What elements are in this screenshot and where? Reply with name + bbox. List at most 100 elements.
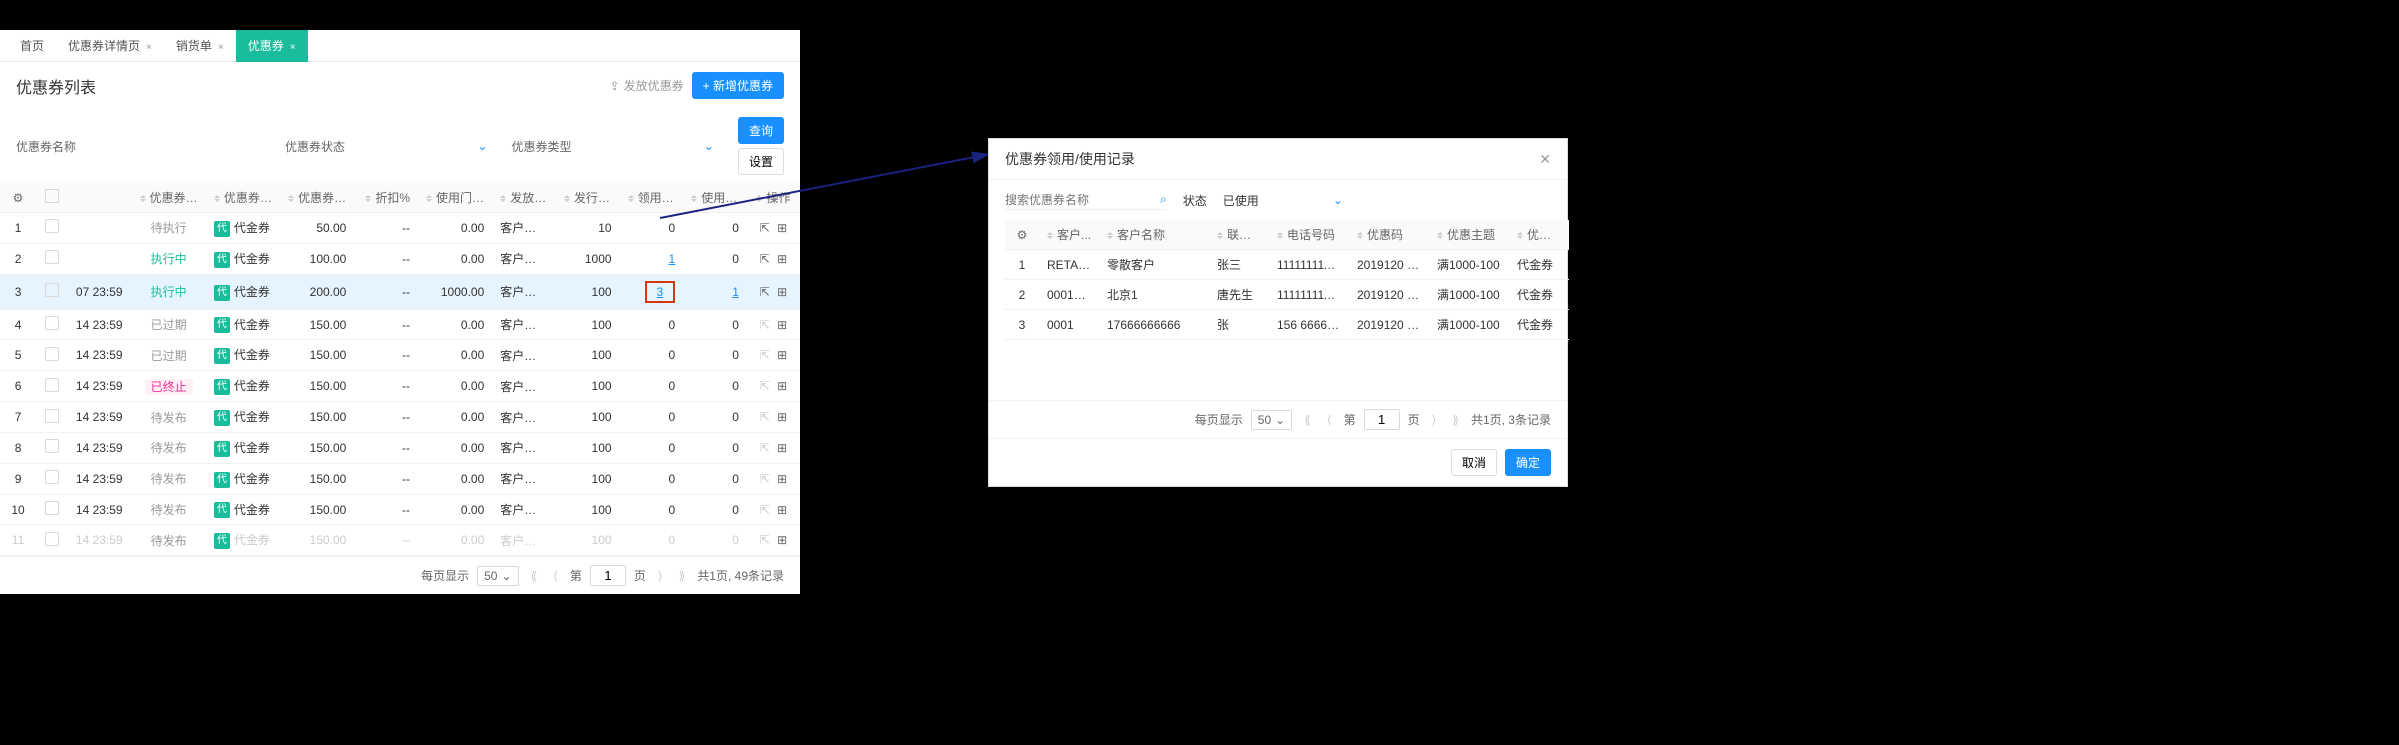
col-header[interactable]: 客户名称 bbox=[1099, 220, 1209, 250]
row-checkbox[interactable] bbox=[45, 532, 59, 546]
qr-icon[interactable]: ⊞ bbox=[777, 472, 787, 486]
qr-icon[interactable]: ⊞ bbox=[777, 379, 787, 393]
table-row[interactable]: 914 23:59待发布代代金券150.00--0.00客户领取10000⇱ ⊞ bbox=[0, 463, 800, 494]
qr-icon[interactable]: ⊞ bbox=[777, 348, 787, 362]
last-page-icon[interactable]: ⟫ bbox=[1448, 413, 1463, 427]
page-input[interactable] bbox=[590, 565, 626, 586]
qr-icon[interactable]: ⊞ bbox=[777, 252, 787, 266]
filter-status-select[interactable]: ⌄ bbox=[353, 139, 487, 153]
col-header[interactable]: 优惠码 bbox=[1349, 220, 1429, 250]
select-all-checkbox[interactable] bbox=[45, 189, 59, 203]
qr-icon[interactable]: ⊞ bbox=[777, 441, 787, 455]
prev-page-icon[interactable]: ⟨ bbox=[1323, 413, 1336, 427]
row-checkbox[interactable] bbox=[45, 501, 59, 515]
col-header[interactable]: ⚙ bbox=[0, 183, 36, 213]
next-page-icon[interactable]: ⟩ bbox=[654, 569, 667, 583]
table-row[interactable]: 714 23:59待发布代代金券150.00--0.00客户领取10000⇱ ⊞ bbox=[0, 402, 800, 433]
modal-status-select[interactable]: 已使用 ⌄ bbox=[1223, 192, 1343, 209]
table-row[interactable]: 3000117666666666张156 6666 6...2019120 70… bbox=[1005, 310, 1569, 340]
taken-count-link[interactable]: 1 bbox=[669, 252, 676, 266]
qr-icon[interactable]: ⊞ bbox=[777, 285, 787, 299]
qr-icon[interactable]: ⊞ bbox=[777, 221, 787, 235]
export-icon[interactable]: ⇱ bbox=[760, 379, 770, 393]
row-checkbox[interactable] bbox=[45, 470, 59, 484]
col-header[interactable]: 电话号码 bbox=[1269, 220, 1349, 250]
table-row[interactable]: 2执行中代代金券100.00--0.00客户领取100010⇱ ⊞ bbox=[0, 243, 800, 274]
export-icon[interactable]: ⇱ bbox=[760, 348, 770, 362]
export-icon[interactable]: ⇱ bbox=[760, 252, 770, 266]
table-row[interactable]: 1114 23:59待发布代代金券150.00--0.00客户领取10000⇱ … bbox=[0, 525, 800, 556]
table-row[interactable]: 200010001北京1唐先生111111111112019120 70...满… bbox=[1005, 280, 1569, 310]
col-header[interactable]: 客户... bbox=[1039, 220, 1099, 250]
gear-icon[interactable]: ⚙ bbox=[13, 191, 24, 205]
col-header[interactable]: 操作 bbox=[747, 183, 800, 213]
export-icon[interactable]: ⇱ bbox=[760, 410, 770, 424]
filter-type-select[interactable]: ⌄ bbox=[580, 139, 714, 153]
table-row[interactable]: 514 23:59已过期代代金券150.00--0.00客户领取10000⇱ ⊞ bbox=[0, 340, 800, 371]
row-checkbox[interactable] bbox=[45, 219, 59, 233]
table-row[interactable]: 1RETAIL...零散客户张三111111111112019120 70...… bbox=[1005, 250, 1569, 280]
col-header[interactable] bbox=[36, 183, 68, 213]
col-header[interactable]: 优惠券状态 bbox=[132, 183, 206, 213]
export-icon[interactable]: ⇱ bbox=[760, 221, 770, 235]
qr-icon[interactable]: ⊞ bbox=[777, 318, 787, 332]
confirm-button[interactable]: 确定 bbox=[1505, 449, 1551, 476]
next-page-icon[interactable]: ⟩ bbox=[1428, 413, 1441, 427]
modal-page-input[interactable] bbox=[1364, 409, 1400, 430]
col-header[interactable]: 折扣% bbox=[354, 183, 418, 213]
qr-icon[interactable]: ⊞ bbox=[777, 503, 787, 517]
export-icon[interactable]: ⇱ bbox=[760, 285, 770, 299]
prev-page-icon[interactable]: ⟨ bbox=[549, 569, 562, 583]
tab-1[interactable]: 优惠券详情页× bbox=[56, 30, 164, 62]
modal-search-input[interactable] bbox=[1005, 193, 1160, 207]
export-icon[interactable]: ⇱ bbox=[760, 503, 770, 517]
col-header[interactable]: 优惠主题 bbox=[1429, 220, 1509, 250]
add-coupon-button[interactable]: + 新增优惠券 bbox=[692, 72, 784, 99]
table-row[interactable]: 614 23:59已终止代代金券150.00--0.00客户领取10000⇱ ⊞ bbox=[0, 371, 800, 402]
col-header[interactable]: 优惠券面值 bbox=[280, 183, 354, 213]
close-icon[interactable]: × bbox=[290, 42, 296, 53]
table-row[interactable]: 814 23:59待发布代代金券150.00--0.00客户领取10000⇱ ⊞ bbox=[0, 432, 800, 463]
close-icon[interactable]: × bbox=[218, 42, 224, 53]
filter-name-input[interactable] bbox=[84, 134, 261, 158]
search-button[interactable]: 查询 bbox=[738, 117, 784, 144]
qr-icon[interactable]: ⊞ bbox=[777, 533, 787, 547]
col-header[interactable]: 发行数量 bbox=[556, 183, 620, 213]
settings-button[interactable]: 设置 bbox=[738, 148, 784, 175]
row-checkbox[interactable] bbox=[45, 439, 59, 453]
row-checkbox[interactable] bbox=[45, 283, 59, 297]
modal-per-page-select[interactable]: 50⌄ bbox=[1251, 410, 1292, 430]
col-header[interactable]: 使用门槛... bbox=[418, 183, 492, 213]
col-header[interactable]: 领用数量 bbox=[620, 183, 684, 213]
used-count-link[interactable]: 1 bbox=[732, 285, 739, 299]
row-checkbox[interactable] bbox=[45, 316, 59, 330]
row-checkbox[interactable] bbox=[45, 250, 59, 264]
table-row[interactable]: 414 23:59已过期代代金券150.00--0.00客户领取10000⇱ ⊞ bbox=[0, 309, 800, 340]
col-header[interactable]: ⚙ bbox=[1005, 220, 1039, 250]
row-checkbox[interactable] bbox=[45, 347, 59, 361]
table-row[interactable]: 307 23:59执行中代代金券200.00--1000.00客户领取10031… bbox=[0, 274, 800, 309]
export-icon[interactable]: ⇱ bbox=[760, 441, 770, 455]
modal-search-box[interactable]: ⌕ bbox=[1005, 190, 1167, 210]
tab-3[interactable]: 优惠券× bbox=[236, 30, 308, 62]
table-row[interactable]: 1待执行代代金券50.00--0.00客户领取1000⇱ ⊞ bbox=[0, 213, 800, 244]
export-icon[interactable]: ⇱ bbox=[760, 472, 770, 486]
first-page-icon[interactable]: ⟪ bbox=[1300, 413, 1315, 427]
export-icon[interactable]: ⇱ bbox=[760, 533, 770, 547]
col-header[interactable]: 发放方式 bbox=[492, 183, 556, 213]
taken-count-link[interactable]: 3 bbox=[657, 285, 664, 299]
cancel-button[interactable]: 取消 bbox=[1451, 449, 1497, 476]
table-row[interactable]: 1014 23:59待发布代代金券150.00--0.00客户领取10000⇱ … bbox=[0, 494, 800, 525]
col-header[interactable]: 优惠券类 bbox=[1509, 220, 1569, 250]
row-checkbox[interactable] bbox=[45, 378, 59, 392]
last-page-icon[interactable]: ⟫ bbox=[675, 569, 690, 583]
first-page-icon[interactable]: ⟪ bbox=[527, 569, 542, 583]
col-header[interactable]: 使用数量 bbox=[683, 183, 747, 213]
per-page-select[interactable]: 50⌄ bbox=[477, 566, 518, 586]
col-header[interactable]: 优惠券类型 bbox=[206, 183, 280, 213]
col-header[interactable]: 联系人 bbox=[1209, 220, 1269, 250]
qr-icon[interactable]: ⊞ bbox=[777, 410, 787, 424]
close-icon[interactable]: ✕ bbox=[1539, 151, 1551, 168]
tab-0[interactable]: 首页 bbox=[8, 30, 56, 62]
distribute-coupon-link[interactable]: ⇪ 发放优惠券 bbox=[610, 77, 684, 94]
